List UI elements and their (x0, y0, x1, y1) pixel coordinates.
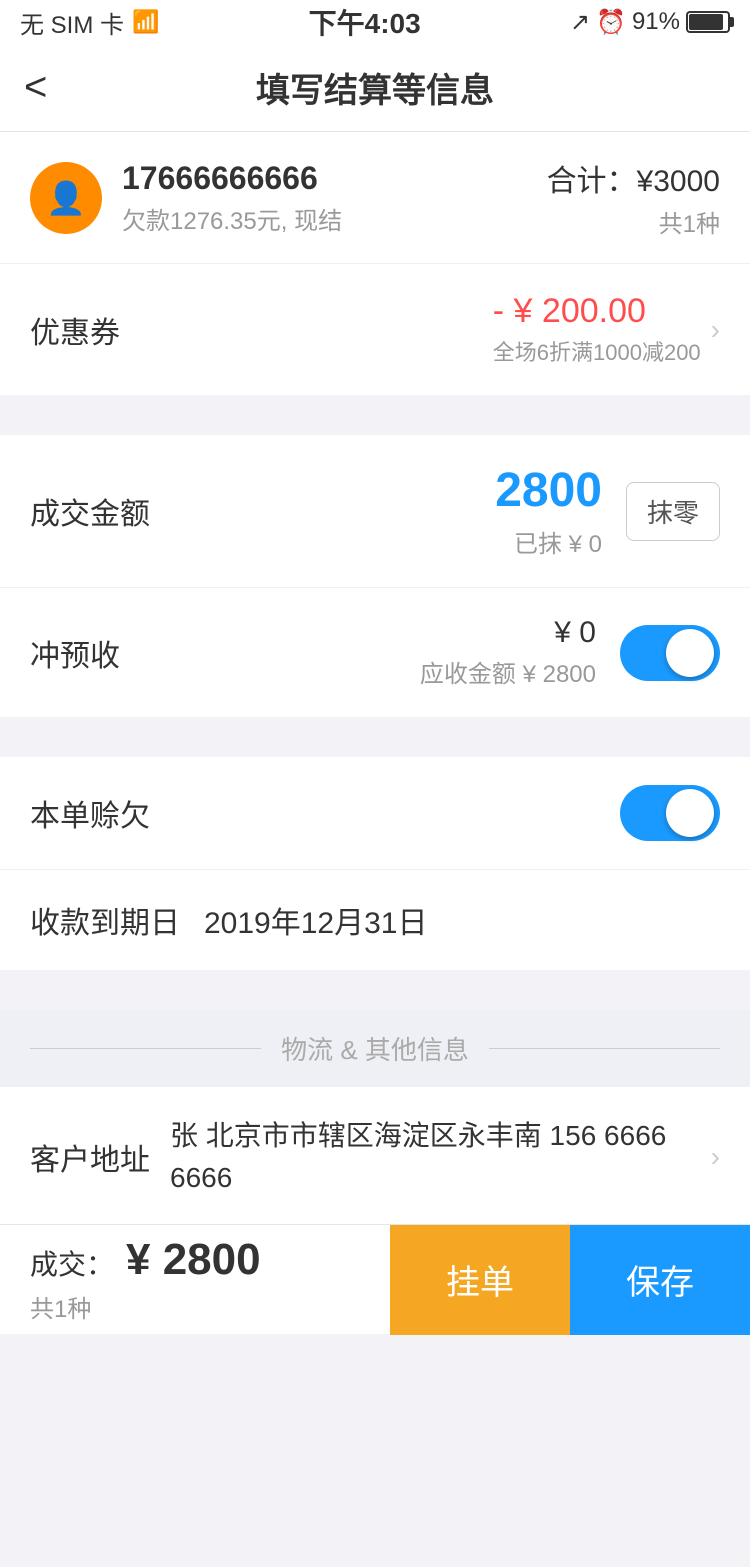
user-total: 合计：¥3000 (547, 156, 720, 200)
address-row[interactable]: 客户地址 张 北京市市辖区海淀区永丰南 156 6666 6666 › (0, 1087, 750, 1227)
address-card: 客户地址 张 北京市市辖区海淀区永丰南 156 6666 6666 › (0, 1087, 750, 1227)
bottom-deal-label: 成交： (30, 1243, 114, 1283)
user-coupon-card: 👤 17666666666 欠款1276.35元, 现结 合计：¥3000 共1… (0, 132, 750, 395)
deal-amount-label: 成交金额 (30, 489, 150, 533)
divider-line-right (489, 1048, 720, 1049)
status-right: ↗ ⏰ 91% (570, 8, 730, 37)
coupon-desc: 全场6折满1000减200 (493, 335, 701, 367)
round-button[interactable]: 抹零 (626, 482, 720, 541)
deal-amount-row: 成交金额 2800 已抹 ¥ 0 抹零 (0, 435, 750, 587)
due-date-label: 收款到期日 (30, 898, 180, 942)
bottom-count: 共1种 (30, 1289, 360, 1324)
coupon-label: 优惠券 (30, 308, 120, 352)
user-phone: 17666666666 (122, 160, 342, 197)
bottom-deal: 成交： ¥ 2800 (30, 1235, 360, 1285)
address-label: 客户地址 (30, 1135, 150, 1179)
hang-button[interactable]: 挂单 (390, 1225, 570, 1335)
coupon-discount: - ¥ 200.00 (493, 292, 701, 331)
coupon-row[interactable]: 优惠券 - ¥ 200.00 全场6折满1000减200 › (0, 263, 750, 395)
due-date-row: 收款到期日 2019年12月31日 (0, 869, 750, 970)
status-time: 下午4:03 (309, 2, 421, 42)
address-value: 张 北京市市辖区海淀区永丰南 156 6666 6666 (170, 1115, 711, 1199)
deal-amount-right: 2800 已抹 ¥ 0 抹零 (495, 463, 720, 559)
bottom-bar: 成交： ¥ 2800 共1种 挂单 保存 (0, 1224, 750, 1334)
credit-toggle-knob (666, 789, 714, 837)
user-row: 👤 17666666666 欠款1276.35元, 现结 合计：¥3000 共1… (0, 132, 750, 263)
prepay-receivable: 应收金额 ¥ 2800 (420, 654, 596, 689)
logistics-label: 物流 & 其他信息 (281, 1030, 469, 1067)
user-info: 17666666666 欠款1276.35元, 现结 (122, 160, 342, 236)
coupon-info: - ¥ 200.00 全场6折满1000减200 (493, 292, 701, 367)
coupon-right: - ¥ 200.00 全场6折满1000减200 › (493, 292, 720, 367)
logistics-divider: 物流 & 其他信息 (0, 1010, 750, 1087)
location-icon: ↗ (570, 8, 590, 37)
section-separator-2 (0, 737, 750, 757)
user-debt: 欠款1276.35元, 现结 (122, 201, 342, 236)
amount-card: 成交金额 2800 已抹 ¥ 0 抹零 冲预收 ¥ 0 应收金额 ¥ 2800 (0, 435, 750, 717)
bottom-summary: 成交： ¥ 2800 共1种 (0, 1235, 390, 1324)
prepay-value: ¥ 0 (420, 616, 596, 650)
prepay-toggle[interactable] (620, 625, 720, 681)
deal-amount-value-wrap: 2800 已抹 ¥ 0 (495, 463, 602, 559)
deal-amount-value: 2800 (495, 463, 602, 518)
section-separator-1 (0, 415, 750, 435)
content: 👤 17666666666 欠款1276.35元, 现结 合计：¥3000 共1… (0, 132, 750, 1567)
user-count: 共1种 (547, 204, 720, 239)
user-left: 👤 17666666666 欠款1276.35元, 现结 (30, 160, 342, 236)
page-title: 填写结算等信息 (256, 63, 494, 112)
wifi-icon: 📶 (132, 9, 159, 35)
credit-label: 本单赊欠 (30, 791, 150, 835)
save-button[interactable]: 保存 (570, 1225, 750, 1335)
section-separator-3 (0, 990, 750, 1010)
battery-percent: 91% (632, 8, 680, 36)
due-date-value: 2019年12月31日 (204, 898, 427, 942)
battery-icon (686, 11, 730, 33)
prepay-label: 冲预收 (30, 631, 120, 675)
sim-label: 无 SIM 卡 (20, 5, 124, 40)
user-right: 合计：¥3000 共1种 (547, 156, 720, 239)
status-left: 无 SIM 卡 📶 (20, 5, 159, 40)
bottom-deal-value: ¥ 2800 (126, 1235, 261, 1285)
toggle-knob (666, 629, 714, 677)
credit-card: 本单赊欠 收款到期日 2019年12月31日 (0, 757, 750, 970)
prepay-row: 冲预收 ¥ 0 应收金额 ¥ 2800 (0, 587, 750, 717)
chevron-right-icon: › (711, 314, 720, 346)
avatar-icon: 👤 (46, 179, 86, 217)
credit-row: 本单赊欠 (0, 757, 750, 869)
credit-toggle[interactable] (620, 785, 720, 841)
status-bar: 无 SIM 卡 📶 下午4:03 ↗ ⏰ 91% (0, 0, 750, 44)
address-chevron-icon: › (711, 1141, 720, 1173)
prepay-right: ¥ 0 应收金额 ¥ 2800 (420, 616, 720, 689)
alarm-icon: ⏰ (596, 8, 626, 37)
back-button[interactable]: < (24, 65, 47, 110)
prepay-value-wrap: ¥ 0 应收金额 ¥ 2800 (420, 616, 596, 689)
divider-line-left (30, 1048, 261, 1049)
nav-bar: < 填写结算等信息 (0, 44, 750, 132)
avatar: 👤 (30, 162, 102, 234)
deal-ya: 已抹 ¥ 0 (495, 524, 602, 559)
